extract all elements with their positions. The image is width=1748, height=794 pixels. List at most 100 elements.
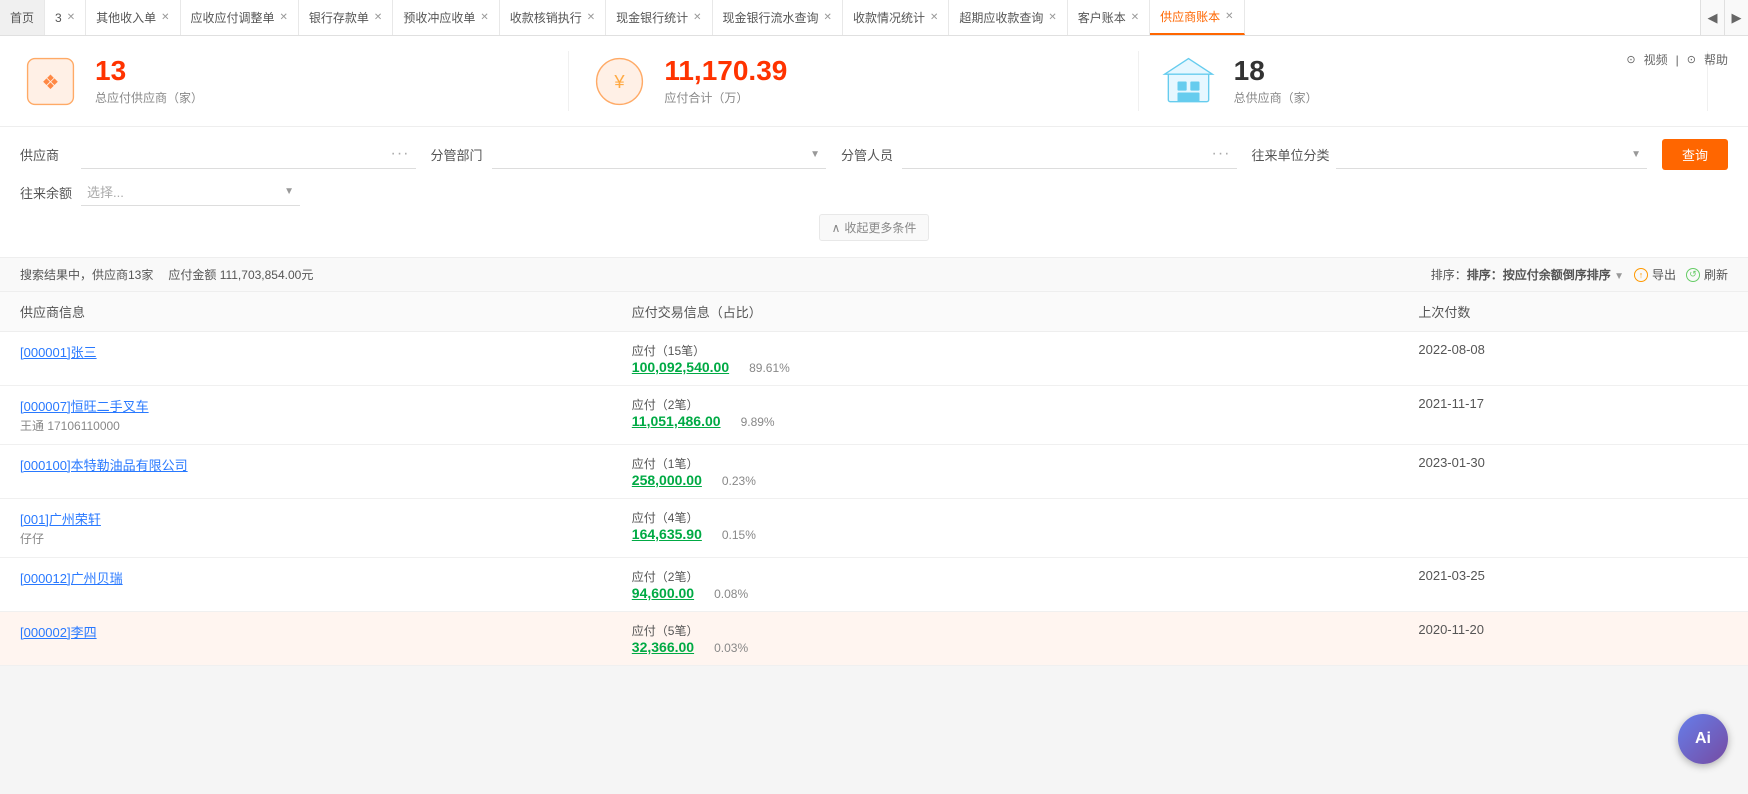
nav-receipt-stats[interactable]: 收款情况统计 ✕ — [843, 0, 949, 35]
payable-label: 应付（5笔） — [632, 622, 1379, 639]
result-bar: 搜索结果中，供应商13家 应付金额 111,703,854.00元 排序：排序：… — [0, 258, 1748, 292]
payable-amount[interactable]: 32,366.00 — [632, 639, 694, 655]
person-filter-label: 分管人员 — [841, 145, 896, 164]
nav-customer-ledger-label: 客户账本 — [1078, 9, 1126, 26]
help-link[interactable]: 帮助 — [1704, 51, 1728, 68]
nav-ar-ap-close[interactable]: ✕ — [280, 12, 288, 23]
filter-row-1: 供应商 ··· 分管部门 ▼ 分管人员 ··· 往来单位分类 — [20, 139, 1728, 170]
nav-cash-bank-flow-label: 现金银行流水查询 — [723, 9, 819, 26]
payable-amount[interactable]: 11,051,486.00 — [632, 413, 721, 429]
payable-percentage: 9.89% — [741, 415, 775, 429]
payable-amount[interactable]: 100,092,540.00 — [632, 359, 729, 375]
last-pay-cell: 2022-08-08 — [1398, 332, 1748, 386]
nav-other-income-close[interactable]: ✕ — [161, 12, 169, 23]
nav-other-income-label: 其他收入单 — [96, 9, 156, 26]
balance-filter-dropdown[interactable]: 选择... ▼ — [81, 178, 300, 206]
total-suppliers-label: 总供应商（家） — [1234, 89, 1318, 106]
export-label: 导出 — [1652, 266, 1676, 283]
ai-badge[interactable]: Ai — [1678, 714, 1728, 764]
result-actions: 排序：排序：按应付余额倒序排序 ▼ ↑ 导出 ↺ 刷新 — [1431, 266, 1728, 283]
supplier-table-container: 供应商信息 应付交易信息（占比） 上次付数 [000001]张三应付（15笔）1… — [0, 292, 1748, 666]
nav-supplier-ledger[interactable]: 供应商账本 ✕ — [1150, 0, 1244, 35]
nav-bank-deposit[interactable]: 银行存款单 ✕ — [299, 0, 393, 35]
payable-amount[interactable]: 164,635.90 — [632, 526, 702, 542]
refresh-button[interactable]: ↺ 刷新 — [1686, 266, 1728, 283]
supplier-dots-icon[interactable]: ··· — [391, 145, 410, 163]
nav-arrows: ◀ ▶ — [1700, 0, 1748, 36]
person-dots-icon[interactable]: ··· — [1212, 145, 1231, 163]
supplier-info-cell: [000007]恒旺二手叉车王通 17106110000 — [0, 386, 612, 445]
table-row: [000007]恒旺二手叉车王通 17106110000应付（2笔）11,051… — [0, 386, 1748, 445]
payable-label: 应付（1笔） — [632, 455, 1379, 472]
nav-supplier-ledger-close[interactable]: ✕ — [1225, 11, 1233, 22]
last-pay-cell — [1398, 499, 1748, 558]
supplier-link[interactable]: [000007]恒旺二手叉车 — [20, 399, 149, 414]
supplier-table: 供应商信息 应付交易信息（占比） 上次付数 [000001]张三应付（15笔）1… — [0, 292, 1748, 666]
nav-prepay-ar-close[interactable]: ✕ — [480, 12, 488, 23]
nav-overdue-ar-close[interactable]: ✕ — [1048, 12, 1056, 23]
nav-customer-ledger[interactable]: 客户账本 ✕ — [1068, 0, 1150, 35]
nav-customer-ledger-close[interactable]: ✕ — [1131, 12, 1139, 23]
nav-bank-deposit-label: 银行存款单 — [309, 9, 369, 26]
export-button[interactable]: ↑ 导出 — [1634, 266, 1676, 283]
nav-receipt-stats-close[interactable]: ✕ — [930, 12, 938, 23]
sort-value[interactable]: 排序：按应付余额倒序排序 — [1467, 268, 1611, 282]
last-pay-cell: 2021-03-25 — [1398, 558, 1748, 612]
top-navigation: 首页 3 ✕ 其他收入单 ✕ 应收应付调整单 ✕ 银行存款单 ✕ 预收冲应收单 … — [0, 0, 1748, 36]
payable-info-cell: 应付（4笔）164,635.900.15% — [612, 499, 1399, 558]
balance-dropdown-value: 选择... — [87, 182, 124, 201]
summary-card-payable-amount: ¥ 11,170.39 应付合计（万） — [589, 51, 1138, 111]
supplier-filter-input[interactable]: ··· — [81, 141, 416, 169]
supplier-link[interactable]: [000012]广州贝瑞 — [20, 571, 123, 586]
payable-label: 应付（2笔） — [632, 568, 1379, 585]
supplier-link[interactable]: [000100]本特勒油品有限公司 — [20, 458, 188, 473]
nav-receipt-verify[interactable]: 收款核销执行 ✕ — [500, 0, 606, 35]
nav-cash-bank-flow-close[interactable]: ✕ — [824, 12, 832, 23]
nav-cash-bank-flow[interactable]: 现金银行流水查询 ✕ — [713, 0, 843, 35]
collapse-up-icon: ∧ — [832, 221, 841, 235]
svg-text:❖: ❖ — [41, 71, 59, 93]
collapse-button[interactable]: ∧ 收起更多条件 — [819, 214, 930, 241]
nav-prepay-ar[interactable]: 预收冲应收单 ✕ — [393, 0, 499, 35]
category-dropdown-arrow-icon: ▼ — [1631, 149, 1641, 160]
nav-cash-bank-stats[interactable]: 现金银行统计 ✕ — [606, 0, 712, 35]
payable-label: 应付（15笔） — [632, 342, 1379, 359]
payable-amount[interactable]: 258,000.00 — [632, 472, 702, 488]
payable-info-cell: 应付（1笔）258,000.00 0.23% — [612, 445, 1399, 499]
dept-filter-label: 分管部门 — [431, 145, 486, 164]
payable-amount-icon: ¥ — [589, 51, 649, 111]
refresh-icon: ↺ — [1686, 268, 1700, 282]
nav-right-arrow[interactable]: ▶ — [1724, 0, 1748, 36]
supplier-link[interactable]: [000002]李四 — [20, 625, 97, 640]
payable-percentage: 0.23% — [722, 474, 756, 488]
payable-amount[interactable]: 94,600.00 — [632, 585, 694, 601]
supplier-info-cell: [001]广州荣轩仔仔 — [0, 499, 612, 558]
dept-filter-dropdown[interactable]: ▼ — [492, 141, 827, 169]
nav-left-arrow[interactable]: ◀ — [1700, 0, 1724, 36]
supplier-link[interactable]: [000001]张三 — [20, 345, 97, 360]
summary-content-payable: 13 总应付供应商（家） — [95, 56, 203, 107]
filter-supplier: 供应商 ··· — [20, 141, 416, 169]
nav-other-income[interactable]: 其他收入单 ✕ — [86, 0, 180, 35]
person-filter-input[interactable]: ··· — [902, 141, 1237, 169]
query-button[interactable]: 查询 — [1662, 139, 1728, 170]
filter-row-2: 往来余额 选择... ▼ — [20, 178, 300, 206]
total-payable-suppliers-value: 13 — [95, 56, 203, 87]
category-filter-dropdown[interactable]: ▼ — [1336, 141, 1647, 169]
nav-bank-deposit-close[interactable]: ✕ — [374, 12, 382, 23]
summary-card-payable-suppliers: ❖ 13 总应付供应商（家） — [20, 51, 569, 111]
nav-overdue-ar[interactable]: 超期应收款查询 ✕ — [949, 0, 1067, 35]
payable-percentage: 89.61% — [749, 361, 790, 375]
video-link[interactable]: 视频 — [1644, 51, 1668, 68]
nav-receipt-verify-close[interactable]: ✕ — [587, 12, 595, 23]
nav-tab3-close[interactable]: ✕ — [67, 12, 75, 23]
refresh-label: 刷新 — [1704, 266, 1728, 283]
nav-ar-ap-adjust[interactable]: 应收应付调整单 ✕ — [181, 0, 299, 35]
supplier-link[interactable]: [001]广州荣轩 — [20, 512, 101, 527]
nav-tab3[interactable]: 3 ✕ — [45, 0, 86, 35]
filter-section: 供应商 ··· 分管部门 ▼ 分管人员 ··· 往来单位分类 — [0, 127, 1748, 258]
nav-home[interactable]: 首页 — [0, 0, 45, 35]
nav-home-label: 首页 — [10, 9, 34, 26]
nav-cash-bank-stats-close[interactable]: ✕ — [693, 12, 701, 23]
nav-supplier-ledger-label: 供应商账本 — [1160, 8, 1220, 25]
